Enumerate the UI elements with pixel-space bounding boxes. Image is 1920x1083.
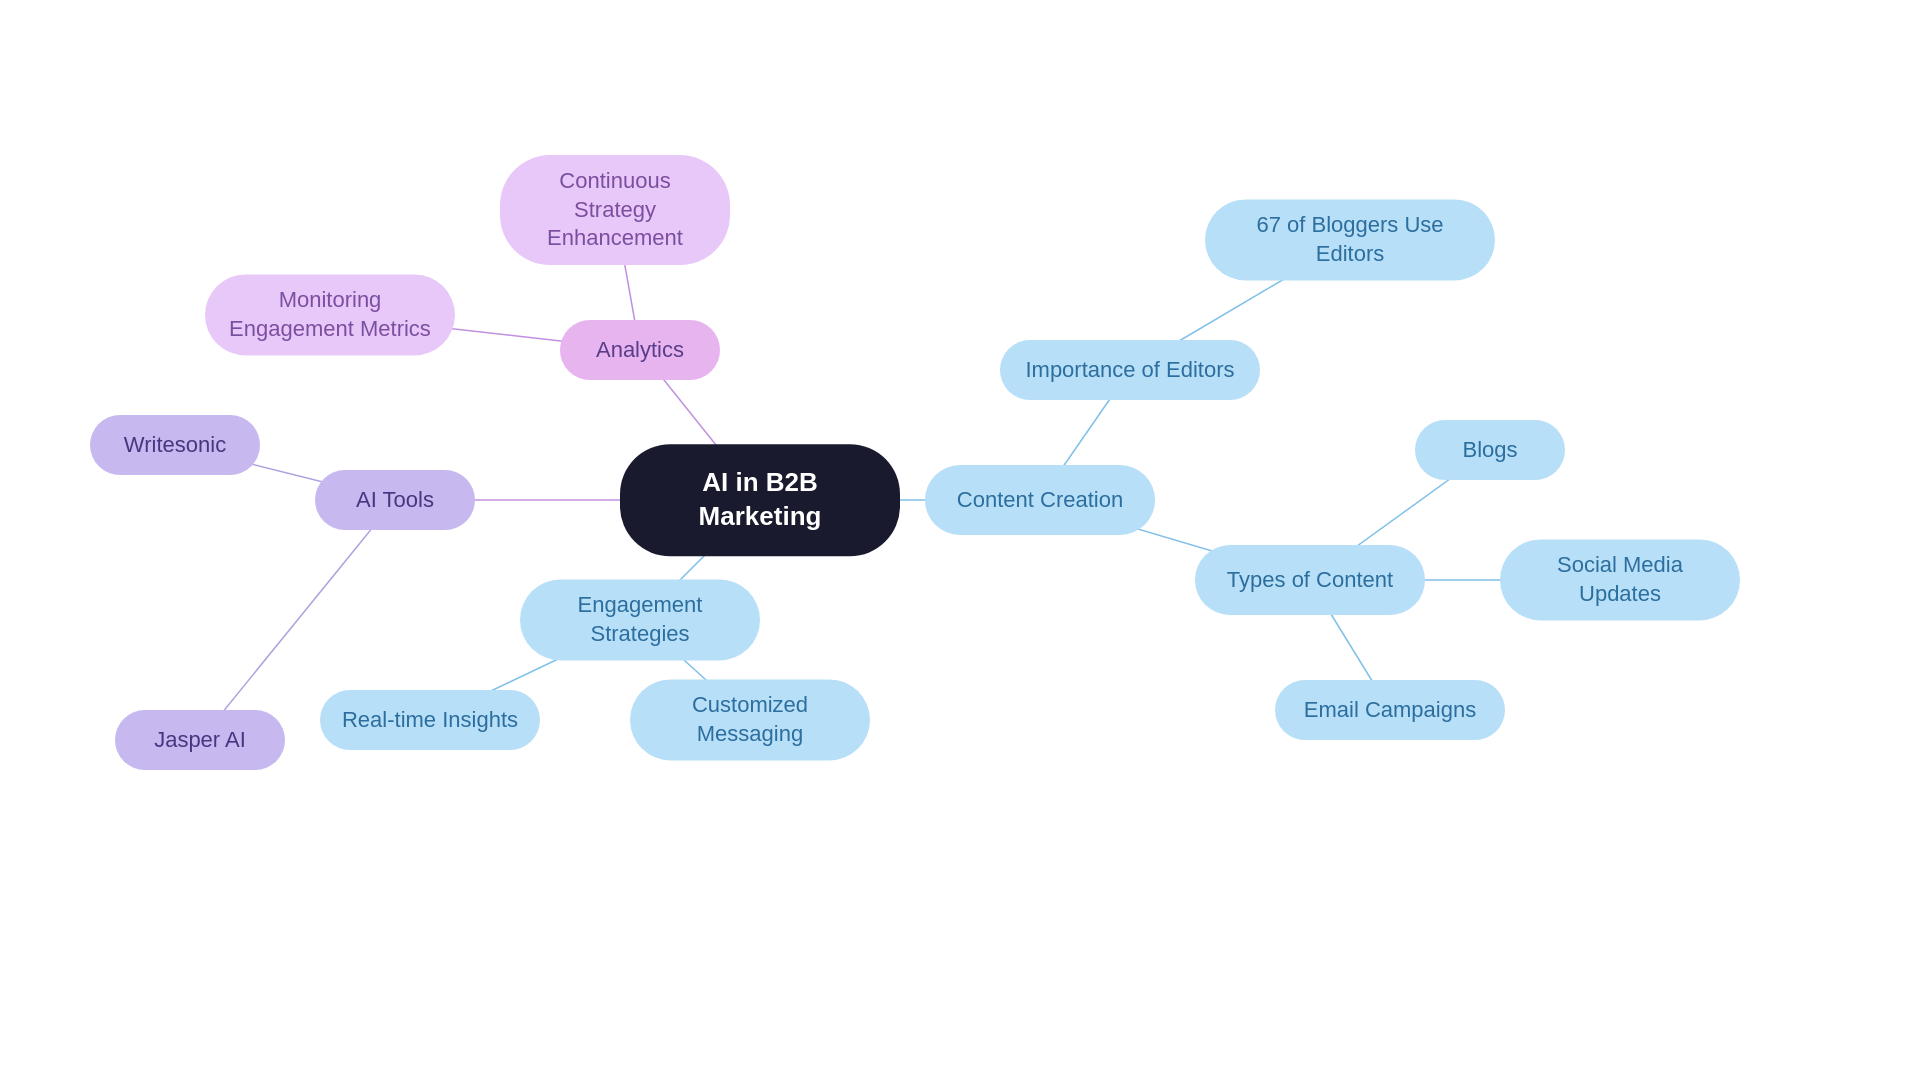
node-types-of-content: Types of Content [1195, 545, 1425, 615]
node-engagement-strategies: Engagement Strategies [520, 579, 760, 660]
node-blogs: Blogs [1415, 420, 1565, 480]
node-jasper-ai: Jasper AI [115, 710, 285, 770]
node-monitoring-engagement: Monitoring Engagement Metrics [205, 274, 455, 355]
node-writesonic: Writesonic [90, 415, 260, 475]
mindmap-container: AI in B2B Marketing Analytics Continuous S… [0, 0, 1920, 1083]
node-real-time-insights: Real-time Insights [320, 690, 540, 750]
node-customized-messaging: Customized Messaging [630, 679, 870, 760]
node-content-creation: Content Creation [925, 465, 1155, 535]
node-social-media-updates: Social Media Updates [1500, 539, 1740, 620]
node-importance-of-editors: Importance of Editors [1000, 340, 1260, 400]
node-continuous-strategy: Continuous Strategy Enhancement [500, 155, 730, 265]
node-email-campaigns: Email Campaigns [1275, 680, 1505, 740]
center-node: AI in B2B Marketing [620, 444, 900, 556]
node-analytics: Analytics [560, 320, 720, 380]
node-ai-tools: AI Tools [315, 470, 475, 530]
node-bloggers-use-editors: 67 of Bloggers Use Editors [1205, 199, 1495, 280]
